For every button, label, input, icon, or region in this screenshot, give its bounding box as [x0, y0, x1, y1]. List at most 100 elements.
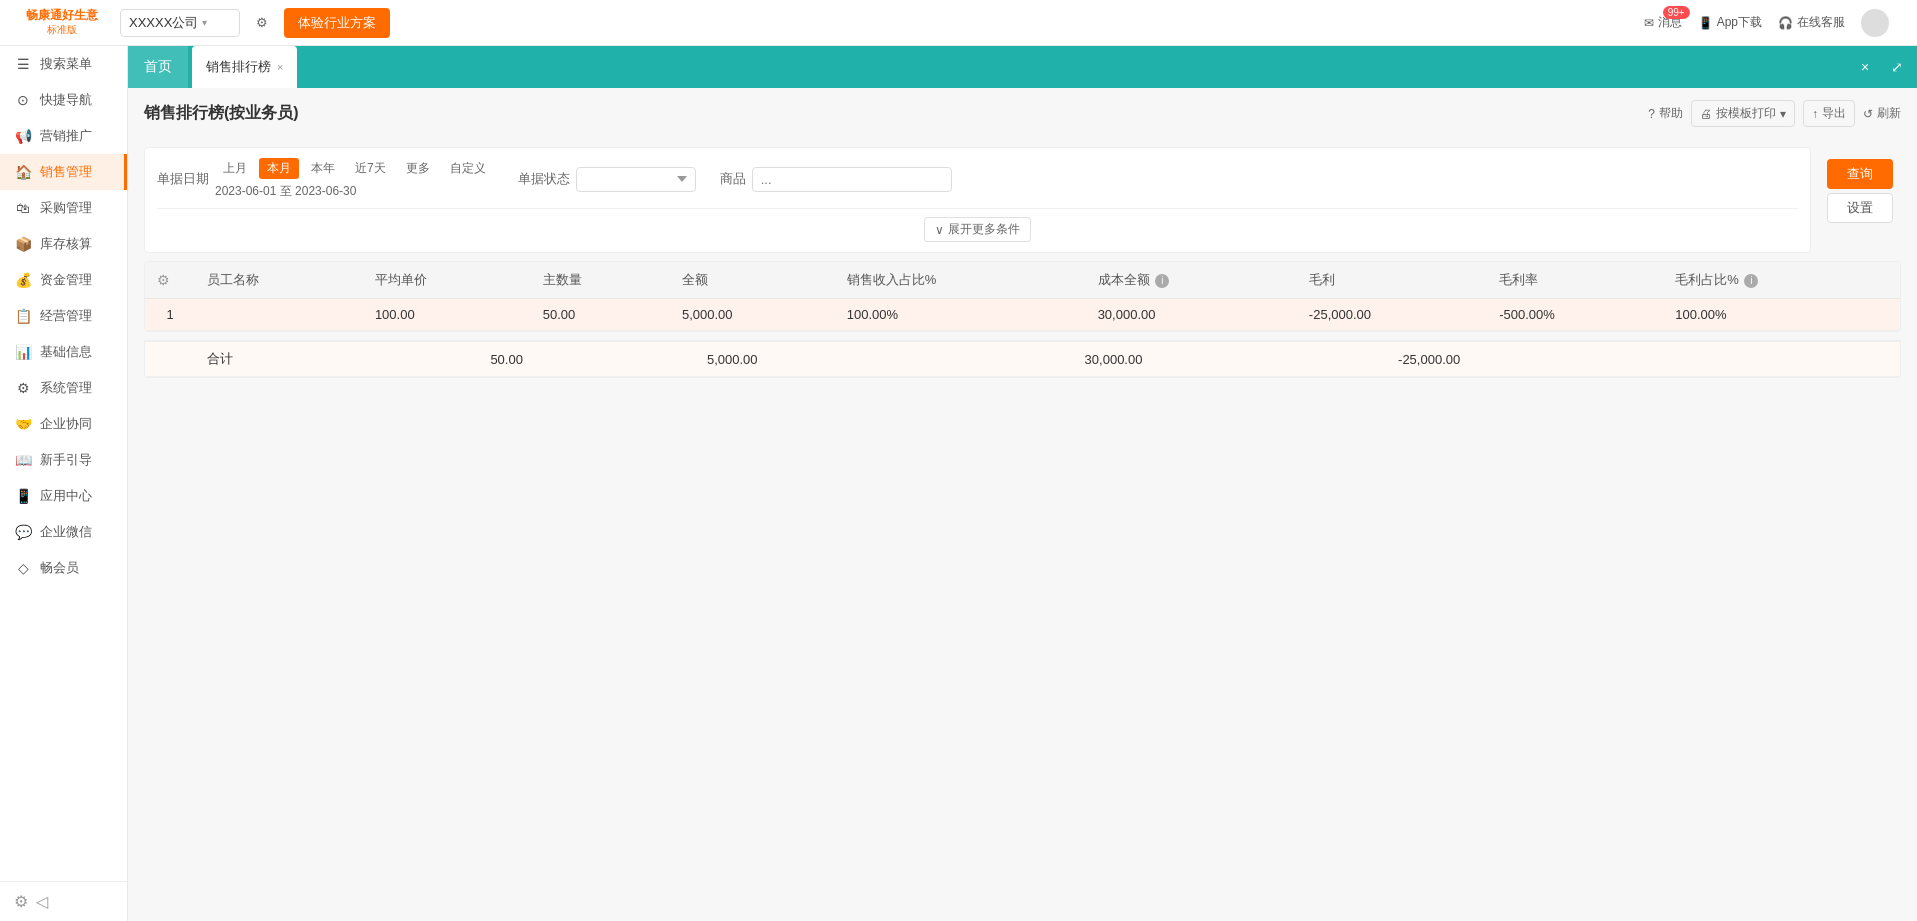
th-cost: 成本全额 i [1086, 262, 1297, 299]
sidebar-icon-marketing: 📢 [14, 128, 32, 144]
home-tab-label: 首页 [144, 58, 172, 76]
date-option-更多[interactable]: 更多 [398, 158, 438, 179]
tab-maximize-icon[interactable]: ⤢ [1885, 55, 1909, 79]
company-selector[interactable]: XXXXX公司 ▾ [120, 9, 240, 37]
date-option-本年[interactable]: 本年 [303, 158, 343, 179]
cell-total: 5,000.00 [670, 299, 835, 331]
tab-close-icon[interactable]: × [277, 61, 283, 73]
headset-icon: 🎧 [1778, 16, 1793, 30]
question-icon: ? [1648, 107, 1655, 121]
table-settings-icon[interactable]: ⚙ [157, 272, 170, 288]
phone-icon: 📱 [1698, 16, 1713, 30]
sidebar-item-inventory[interactable]: 📦库存核算 [0, 226, 127, 262]
help-button[interactable]: ? 帮助 [1648, 105, 1683, 122]
footer-cost: 30,000.00 [1073, 341, 1386, 377]
avatar[interactable] [1861, 9, 1889, 37]
sidebar-label-basic: 基础信息 [40, 343, 92, 361]
sidebar-item-search[interactable]: ☰搜索菜单 [0, 46, 127, 82]
logo[interactable]: 畅康通好生意 标准版 [12, 0, 112, 46]
sidebar-item-shortcut[interactable]: ⊙快捷导航 [0, 82, 127, 118]
sidebar-label-wechat: 企业微信 [40, 523, 92, 541]
th-gross-rate: 毛利率 [1487, 262, 1663, 299]
th-gross: 毛利 [1297, 262, 1487, 299]
print-button[interactable]: 🖨 按模板打印 ▾ [1691, 100, 1795, 127]
date-filter-group: 单据日期 上月本月本年近7天更多自定义 2023-06-01 至 2023-06… [157, 158, 494, 200]
sidebar-icon-inventory: 📦 [14, 236, 32, 252]
chevron-down-icon: ▾ [202, 17, 207, 28]
sidebar-item-collab[interactable]: 🤝企业协同 [0, 406, 127, 442]
tab-home[interactable]: 首页 [128, 46, 188, 88]
right-buttons: 查询 设置 [1819, 147, 1901, 235]
info-icon2[interactable]: i [1744, 274, 1758, 288]
sidebar-label-search: 搜索菜单 [40, 55, 92, 73]
logo-sub: 标准版 [47, 23, 77, 37]
th-name: 员工名称 [195, 262, 363, 299]
sidebar-bottom: ⚙ ◁ [0, 881, 127, 921]
expand-row: ∨ 展开更多条件 [157, 208, 1798, 242]
online-service-button[interactable]: 🎧 在线客服 [1778, 14, 1845, 31]
footer-label: 合计 [195, 341, 386, 377]
sidebar-label-guide: 新手引导 [40, 451, 92, 469]
footer-gross-pct [1808, 341, 1900, 377]
footer-row: 合计 50.00 5,000.00 30,000.00 -25,000.00 [145, 341, 1900, 377]
sidebar-label-sales: 销售管理 [40, 163, 92, 181]
sidebar-item-operation[interactable]: 📋 经营管理 [0, 298, 127, 334]
sidebar-label-apps: 应用中心 [40, 487, 92, 505]
sidebar-item-system[interactable]: ⚙系统管理 [0, 370, 127, 406]
trial-button[interactable]: 体验行业方案 [284, 8, 390, 38]
export-button[interactable]: ↑ 导出 [1803, 100, 1855, 127]
refresh-button[interactable]: ↺ 刷新 [1863, 105, 1901, 122]
date-option-上月[interactable]: 上月 [215, 158, 255, 179]
date-options-group: 上月本月本年近7天更多自定义 2023-06-01 至 2023-06-30 [215, 158, 494, 200]
info-icon[interactable]: i [1155, 274, 1169, 288]
company-name: XXXXX公司 [129, 14, 198, 32]
sidebar-item-finance[interactable]: 💰资金管理 [0, 262, 127, 298]
status-select[interactable] [576, 167, 696, 192]
sidebar-icon-member: ◇ [14, 560, 32, 576]
export-icon: ↑ [1812, 107, 1818, 121]
sidebar-item-guide[interactable]: 📖新手引导 [0, 442, 127, 478]
message-badge: 99+ [1663, 6, 1690, 19]
sidebar-item-basic[interactable]: 📊 基础信息 [0, 334, 127, 370]
sidebar-icon-collab: 🤝 [14, 416, 32, 432]
logo-title: 畅康通好生意 [26, 8, 98, 22]
sidebar-item-wechat[interactable]: 💬企业微信 [0, 514, 127, 550]
date-label: 单据日期 [157, 170, 209, 188]
sidebar-icon-operation: 📋 [14, 308, 32, 324]
cell-qty: 50.00 [531, 299, 670, 331]
tab-minimize-icon[interactable]: × [1853, 55, 1877, 79]
expand-button[interactable]: ∨ 展开更多条件 [924, 217, 1031, 242]
app-download-button[interactable]: 📱 App下载 [1698, 14, 1762, 31]
sidebar-gear-icon[interactable]: ⚙ [14, 892, 28, 911]
date-option-本月[interactable]: 本月 [259, 158, 299, 179]
sidebar-label-purchase: 采购管理 [40, 199, 92, 217]
cell-avg-price: 100.00 [363, 299, 531, 331]
query-button[interactable]: 查询 [1827, 159, 1893, 189]
sidebar-collapse-icon[interactable]: ◁ [36, 892, 48, 911]
sidebar-item-purchase[interactable]: 🛍采购管理 [0, 190, 127, 226]
sidebar-item-member[interactable]: ◇ 畅会员 [0, 550, 127, 586]
settings-button[interactable]: 设置 [1827, 193, 1893, 223]
th-avg-price: 平均单价 [363, 262, 531, 299]
message-button[interactable]: ✉ 消息 99+ [1644, 14, 1682, 31]
sidebar-label-member: 畅会员 [40, 559, 79, 577]
sidebar-item-sales[interactable]: 🏠 销售管理 [0, 154, 127, 190]
sidebar-item-apps[interactable]: 📱应用中心 [0, 478, 127, 514]
app-download-label: App下载 [1717, 14, 1762, 31]
date-option-自定义[interactable]: 自定义 [442, 158, 494, 179]
data-table: ⚙ 员工名称 平均单价 主数量 全额 销售收入占比% 成本全额 i 毛利 [145, 262, 1900, 331]
tab-label: 销售排行榜 [206, 58, 271, 76]
date-option-近7天[interactable]: 近7天 [347, 158, 394, 179]
settings-icon[interactable]: ⚙ [248, 9, 276, 37]
goods-input[interactable] [752, 167, 952, 192]
footer-total: 5,000.00 [695, 341, 981, 377]
sidebar-item-marketing[interactable]: 📢营销推广 [0, 118, 127, 154]
sidebar-icon-basic: 📊 [14, 344, 32, 360]
footer-gross: -25,000.00 [1386, 341, 1716, 377]
sidebar-label-finance: 资金管理 [40, 271, 92, 289]
sidebar-icon-sales: 🏠 [14, 164, 32, 180]
tab-sales-ranking[interactable]: 销售排行榜 × [192, 46, 297, 88]
online-service-label: 在线客服 [1797, 14, 1845, 31]
filter-panel: 单据日期 上月本月本年近7天更多自定义 2023-06-01 至 2023-06… [144, 147, 1811, 253]
sidebar-label-operation: 经营管理 [40, 307, 92, 325]
